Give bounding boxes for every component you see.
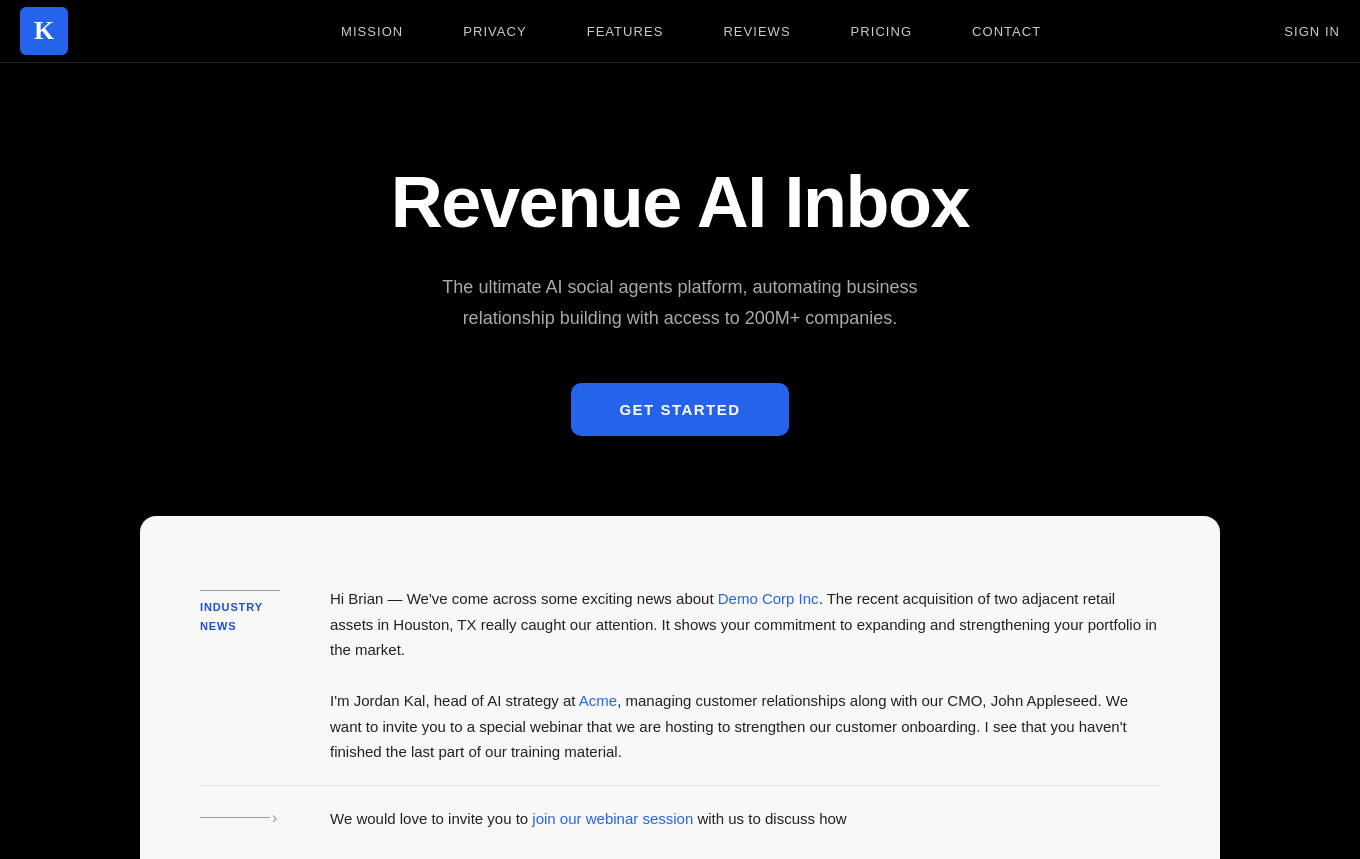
nav-privacy[interactable]: PRIVACY [463, 24, 526, 39]
email-card: INDUSTRYNEWS Hi Brian — We've come acros… [140, 516, 1220, 859]
webinar-session-link[interactable]: join our webinar session [532, 810, 693, 827]
hero-subtitle: The ultimate AI social agents platform, … [430, 272, 930, 333]
nav-signin[interactable]: SIGN IN [1284, 24, 1340, 39]
nav-features[interactable]: FEATURES [587, 24, 664, 39]
email-content-2: We would love to invite you to join our … [330, 806, 1160, 832]
logo-letter: K [34, 16, 54, 46]
arrow-head-icon: › [272, 810, 277, 826]
nav-contact[interactable]: CONTACT [972, 24, 1041, 39]
tag-arrow: › [200, 806, 300, 826]
tag-industry-news: INDUSTRYNEWS [200, 586, 300, 634]
email-body: INDUSTRYNEWS Hi Brian — We've come acros… [200, 566, 1160, 851]
logo[interactable]: K [20, 7, 68, 55]
nav-links: MISSION PRIVACY FEATURES REVIEWS PRICING… [98, 24, 1284, 39]
card-section: INDUSTRYNEWS Hi Brian — We've come acros… [0, 516, 1360, 859]
nav-reviews[interactable]: REVIEWS [723, 24, 790, 39]
arrow-line [200, 817, 270, 818]
acme-link[interactable]: Acme [579, 692, 617, 709]
hero-title: Revenue AI Inbox [391, 163, 969, 242]
email-content-1: Hi Brian — We've come across some exciti… [330, 586, 1160, 765]
email-row-1: INDUSTRYNEWS Hi Brian — We've come acros… [200, 566, 1160, 786]
nav-mission[interactable]: MISSION [341, 24, 403, 39]
tag-text-industry: INDUSTRYNEWS [200, 601, 263, 631]
demo-corp-link[interactable]: Demo Corp Inc [718, 590, 819, 607]
arrow-indicator: › [200, 810, 300, 826]
navbar: K MISSION PRIVACY FEATURES REVIEWS PRICI… [0, 0, 1360, 63]
email-row-2: › We would love to invite you to join ou… [200, 786, 1160, 852]
hero-section: Revenue AI Inbox The ultimate AI social … [0, 63, 1360, 516]
nav-pricing[interactable]: PRICING [851, 24, 912, 39]
get-started-button[interactable]: GET STARTED [571, 383, 788, 436]
tag-line [200, 590, 280, 591]
